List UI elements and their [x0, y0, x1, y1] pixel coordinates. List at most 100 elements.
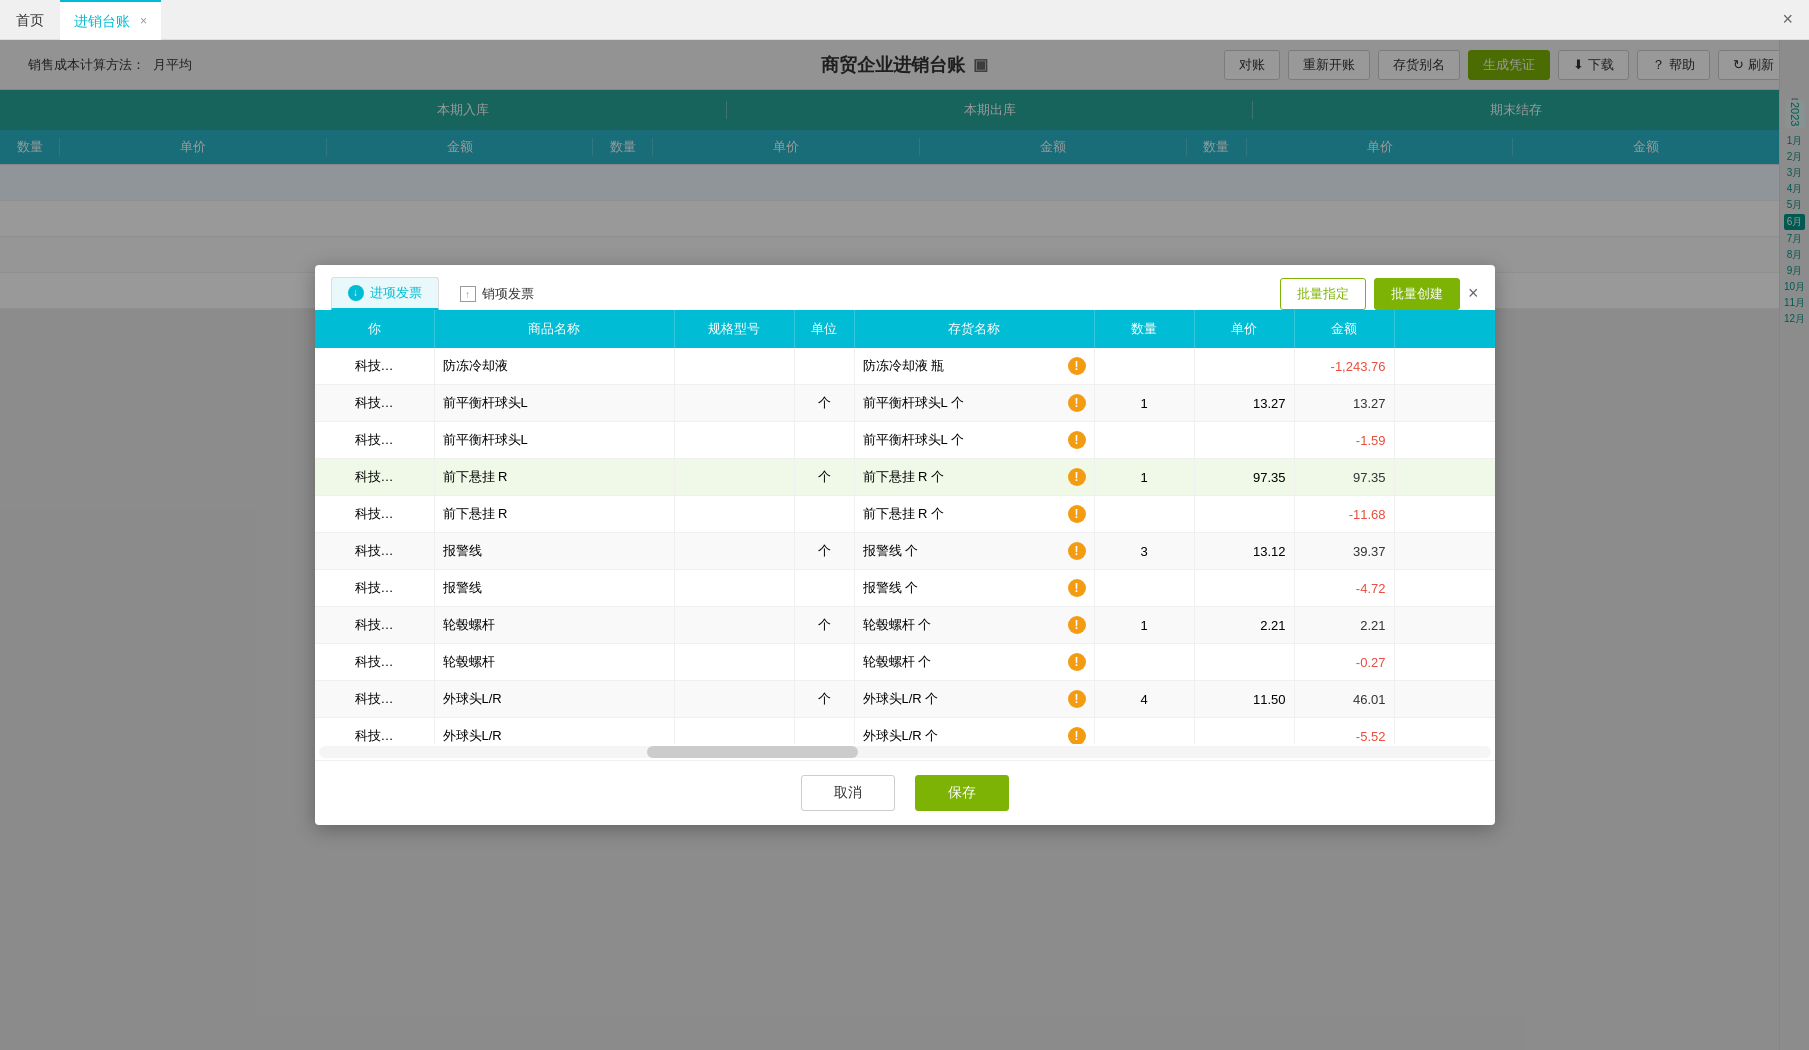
cell-amount: -1.59: [1295, 422, 1395, 458]
inbound-tab-label: 进项发票: [370, 284, 422, 302]
table-row[interactable]: 科技… 前下悬挂 R 前下悬挂 R 个 ! -11.68: [315, 496, 1495, 533]
cell-amount: 13.27: [1295, 385, 1395, 421]
window-close-button[interactable]: ×: [1766, 9, 1809, 30]
cell-amount: 2.21: [1295, 607, 1395, 643]
cell-company: 科技…: [315, 422, 435, 458]
cell-unit-price: [1195, 348, 1295, 384]
cell-product-name: 外球头L/R: [435, 718, 675, 744]
cell-unit-price: [1195, 496, 1295, 532]
cell-unit: 个: [795, 681, 855, 717]
tab-outbound-invoice[interactable]: ↑ 销项发票: [443, 278, 551, 310]
cell-spec: [675, 718, 795, 744]
cell-inventory-name: 防冻冷却液 瓶 !: [855, 348, 1095, 384]
table-row[interactable]: 科技… 报警线 个 报警线 个 ! 3 13.12 39.37: [315, 533, 1495, 570]
cell-product-name: 前下悬挂 R: [435, 496, 675, 532]
cell-quantity: 1: [1095, 385, 1195, 421]
th-product-name: 商品名称: [435, 310, 675, 348]
cell-inventory-name: 前下悬挂 R 个 !: [855, 459, 1095, 495]
cell-company: 科技…: [315, 718, 435, 744]
warning-icon: !: [1068, 653, 1086, 671]
cell-product-name: 防冻冷却液: [435, 348, 675, 384]
cell-company: 科技…: [315, 348, 435, 384]
modal-tabs: ↓ 进项发票 ↑ 销项发票: [331, 277, 551, 310]
cell-unit-price: 97.35: [1195, 459, 1295, 495]
modal-close-button[interactable]: ×: [1468, 283, 1479, 304]
cell-unit: [795, 496, 855, 532]
table-row[interactable]: 科技… 前平衡杆球头L 个 前平衡杆球头L 个 ! 1 13.27 13.27: [315, 385, 1495, 422]
cell-product-name: 轮毂螺杆: [435, 607, 675, 643]
cell-quantity: [1095, 422, 1195, 458]
cell-company: 科技…: [315, 681, 435, 717]
warning-icon: !: [1068, 727, 1086, 744]
cell-inventory-name: 前平衡杆球头L 个 !: [855, 385, 1095, 421]
cell-inventory-name: 轮毂螺杆 个 !: [855, 644, 1095, 680]
tab-close-icon[interactable]: ×: [140, 1, 147, 41]
cell-unit-price: [1195, 718, 1295, 744]
table-row[interactable]: 科技… 防冻冷却液 防冻冷却液 瓶 ! -1,243.76: [315, 348, 1495, 385]
cell-spec: [675, 570, 795, 606]
warning-icon: !: [1068, 616, 1086, 634]
th-amount: 金额: [1295, 310, 1395, 348]
warning-icon: !: [1068, 394, 1086, 412]
cell-company: 科技…: [315, 459, 435, 495]
cell-amount: -11.68: [1295, 496, 1395, 532]
table-row[interactable]: 科技… 轮毂螺杆 轮毂螺杆 个 ! -0.27: [315, 644, 1495, 681]
warning-icon: !: [1068, 468, 1086, 486]
cell-company: 科技…: [315, 570, 435, 606]
cell-inventory-name: 外球头L/R 个 !: [855, 718, 1095, 744]
cell-unit: [795, 718, 855, 744]
warning-icon: !: [1068, 690, 1086, 708]
scrollbar-thumb[interactable]: [647, 746, 858, 758]
table-row[interactable]: 科技… 报警线 报警线 个 ! -4.72: [315, 570, 1495, 607]
cell-inventory-name: 前平衡杆球头L 个 !: [855, 422, 1095, 458]
th-company: 你: [315, 310, 435, 348]
table-row[interactable]: 科技… 外球头L/R 外球头L/R 个 ! -5.52: [315, 718, 1495, 744]
batch-designate-button[interactable]: 批量指定: [1280, 278, 1366, 310]
home-tab[interactable]: 首页: [0, 0, 60, 40]
cell-inventory-name: 轮毂螺杆 个 !: [855, 607, 1095, 643]
modal-table-body: 科技… 防冻冷却液 防冻冷却液 瓶 ! -1,243.76 科技… 前平衡杆球头…: [315, 348, 1495, 744]
horizontal-scrollbar[interactable]: [319, 746, 1491, 758]
cancel-button[interactable]: 取消: [801, 775, 895, 811]
modal-overlay: ↓ 进项发票 ↑ 销项发票 批量指定 批量创建 × 你: [0, 40, 1809, 1050]
cell-company: 科技…: [315, 385, 435, 421]
cell-unit: 个: [795, 607, 855, 643]
table-row[interactable]: 科技… 外球头L/R 个 外球头L/R 个 ! 4 11.50 46.01: [315, 681, 1495, 718]
cell-inventory-name: 外球头L/R 个 !: [855, 681, 1095, 717]
tab-inbound-invoice[interactable]: ↓ 进项发票: [331, 277, 439, 310]
cell-quantity: [1095, 348, 1195, 384]
cell-amount: 46.01: [1295, 681, 1395, 717]
table-row[interactable]: 科技… 轮毂螺杆 个 轮毂螺杆 个 ! 1 2.21 2.21: [315, 607, 1495, 644]
table-row[interactable]: 科技… 前下悬挂 R 个 前下悬挂 R 个 ! 1 97.35 97.35: [315, 459, 1495, 496]
warning-icon: !: [1068, 505, 1086, 523]
cell-spec: [675, 533, 795, 569]
cell-spec: [675, 644, 795, 680]
warning-icon: !: [1068, 579, 1086, 597]
cell-company: 科技…: [315, 644, 435, 680]
cell-product-name: 报警线: [435, 570, 675, 606]
save-button[interactable]: 保存: [915, 775, 1009, 811]
batch-create-button[interactable]: 批量创建: [1374, 278, 1460, 310]
modal-footer: 取消 保存: [315, 760, 1495, 825]
cell-unit: 个: [795, 385, 855, 421]
cell-product-name: 外球头L/R: [435, 681, 675, 717]
cell-unit-price: [1195, 644, 1295, 680]
cell-amount: -4.72: [1295, 570, 1395, 606]
modal-dialog: ↓ 进项发票 ↑ 销项发票 批量指定 批量创建 × 你: [315, 265, 1495, 825]
cell-product-name: 前平衡杆球头L: [435, 422, 675, 458]
cell-quantity: 3: [1095, 533, 1195, 569]
cell-spec: [675, 385, 795, 421]
cell-product-name: 前平衡杆球头L: [435, 385, 675, 421]
cell-company: 科技…: [315, 496, 435, 532]
cell-unit-price: 13.12: [1195, 533, 1295, 569]
cell-quantity: 1: [1095, 607, 1195, 643]
th-quantity: 数量: [1095, 310, 1195, 348]
active-tab[interactable]: 进销台账 ×: [60, 0, 161, 40]
cell-inventory-name: 前下悬挂 R 个 !: [855, 496, 1095, 532]
cell-quantity: 4: [1095, 681, 1195, 717]
cell-spec: [675, 496, 795, 532]
cell-inventory-name: 报警线 个 !: [855, 570, 1095, 606]
table-row[interactable]: 科技… 前平衡杆球头L 前平衡杆球头L 个 ! -1.59: [315, 422, 1495, 459]
cell-spec: [675, 348, 795, 384]
cell-spec: [675, 607, 795, 643]
